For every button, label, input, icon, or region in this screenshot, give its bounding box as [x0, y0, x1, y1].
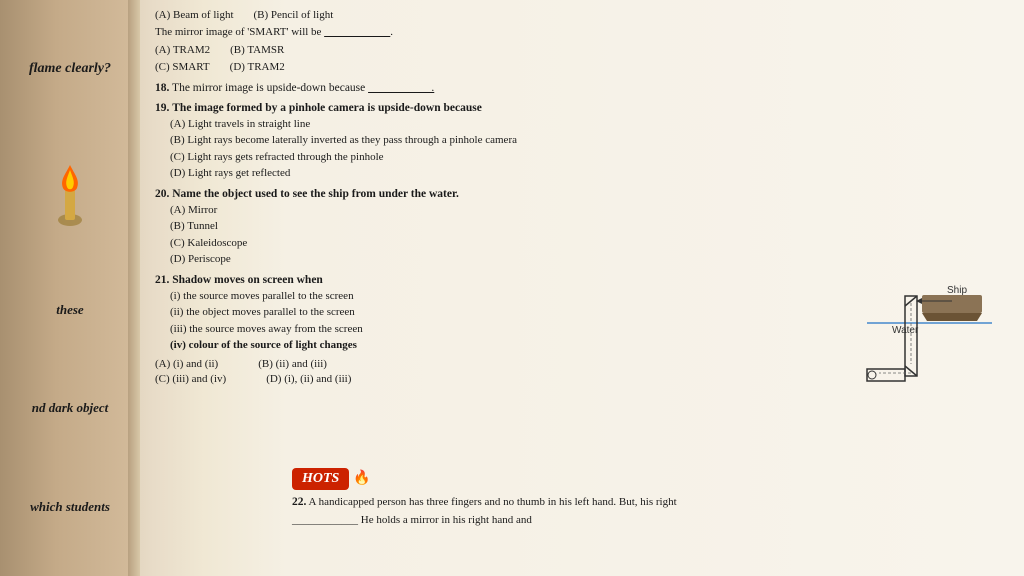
q21-number: 21. — [155, 274, 169, 286]
q21-text: Shadow moves on screen when — [172, 274, 323, 286]
sidebar-text-these: these — [56, 302, 83, 318]
main-content: (A) Beam of light (B) Pencil of light Th… — [140, 0, 1024, 576]
q17-mirror-label: The mirror image of 'SMART' will be ____… — [155, 25, 393, 40]
svg-text:Ship: Ship — [947, 285, 967, 296]
q17-block: (A) Beam of light (B) Pencil of light Th… — [155, 8, 1012, 76]
q19-opt-b: (B) Light rays become laterally inverted… — [170, 132, 842, 149]
q21-ans-b: (B) (ii) and (iii) — [258, 357, 327, 372]
q22-content: A handicapped person has three fingers a… — [309, 496, 677, 508]
q20-opt-d: (D) Periscope — [170, 251, 842, 268]
q21-ans-c: (C) (iii) and (iv) — [155, 372, 226, 387]
q20-area: 20. Name the object used to see the ship… — [155, 186, 1012, 268]
q19-opt-a: (A) Light travels in straight line — [170, 116, 842, 133]
q21-ans-a: (A) (i) and (ii) — [155, 357, 218, 372]
q20-number: 20. — [155, 188, 169, 200]
q20-opt-c: (C) Kaleidoscope — [170, 235, 842, 252]
q19-number: 19. — [155, 102, 169, 114]
q20-opt-a: (A) Mirror — [170, 202, 842, 219]
q20-opt-b: (B) Tunnel — [170, 218, 842, 235]
q19-opt-c: (C) Light rays gets refracted through th… — [170, 149, 842, 166]
q21-ans-d: (D) (i), (ii) and (iii) — [266, 372, 351, 387]
sidebar-text-students: which students — [30, 499, 110, 515]
page-fold — [128, 0, 140, 576]
q19-opt-d: (D) Light rays get reflected — [170, 165, 842, 182]
q17-part-b: (B) Pencil of light — [254, 8, 334, 23]
q17-opt-d: (D) TRAM2 — [230, 60, 285, 75]
page-container: flame clearly? these nd dark object whic… — [0, 0, 1024, 576]
q20-block: 20. Name the object used to see the ship… — [155, 186, 842, 268]
hots-section: HOTS 🔥 22. A handicapped person has thre… — [280, 468, 1024, 528]
q22-number: 22. — [292, 496, 306, 508]
q22-continuation: ____________ He holds a mirror in his ri… — [292, 512, 1012, 529]
q18-block: 18. The mirror image is upside-down beca… — [155, 80, 1012, 96]
q20-text: Name the object used to see the ship fro… — [172, 188, 459, 200]
q17-opt-c: (C) SMART — [155, 60, 210, 75]
q18-blank: ___________. — [368, 82, 434, 94]
q19-text: The image formed by a pinhole camera is … — [172, 102, 482, 114]
q22-text: 22. A handicapped person has three finge… — [292, 494, 1012, 511]
sidebar-text-dark: nd dark object — [32, 400, 109, 416]
q18-text: The mirror image is upside-down because — [172, 82, 365, 94]
q18-number: 18. — [155, 82, 169, 94]
q17-opt-a: (A) TRAM2 — [155, 43, 210, 58]
sidebar-text-flame: flame clearly? — [29, 61, 111, 77]
q17-opt-b: (B) TAMSR — [230, 43, 284, 58]
q19-block: 19. The image formed by a pinhole camera… — [155, 100, 842, 182]
q17-part-a: (A) Beam of light — [155, 8, 234, 23]
periscope-diagram: Ship Water — [837, 281, 997, 411]
left-sidebar: flame clearly? these nd dark object whic… — [0, 0, 140, 576]
hots-badge: HOTS — [292, 468, 349, 490]
